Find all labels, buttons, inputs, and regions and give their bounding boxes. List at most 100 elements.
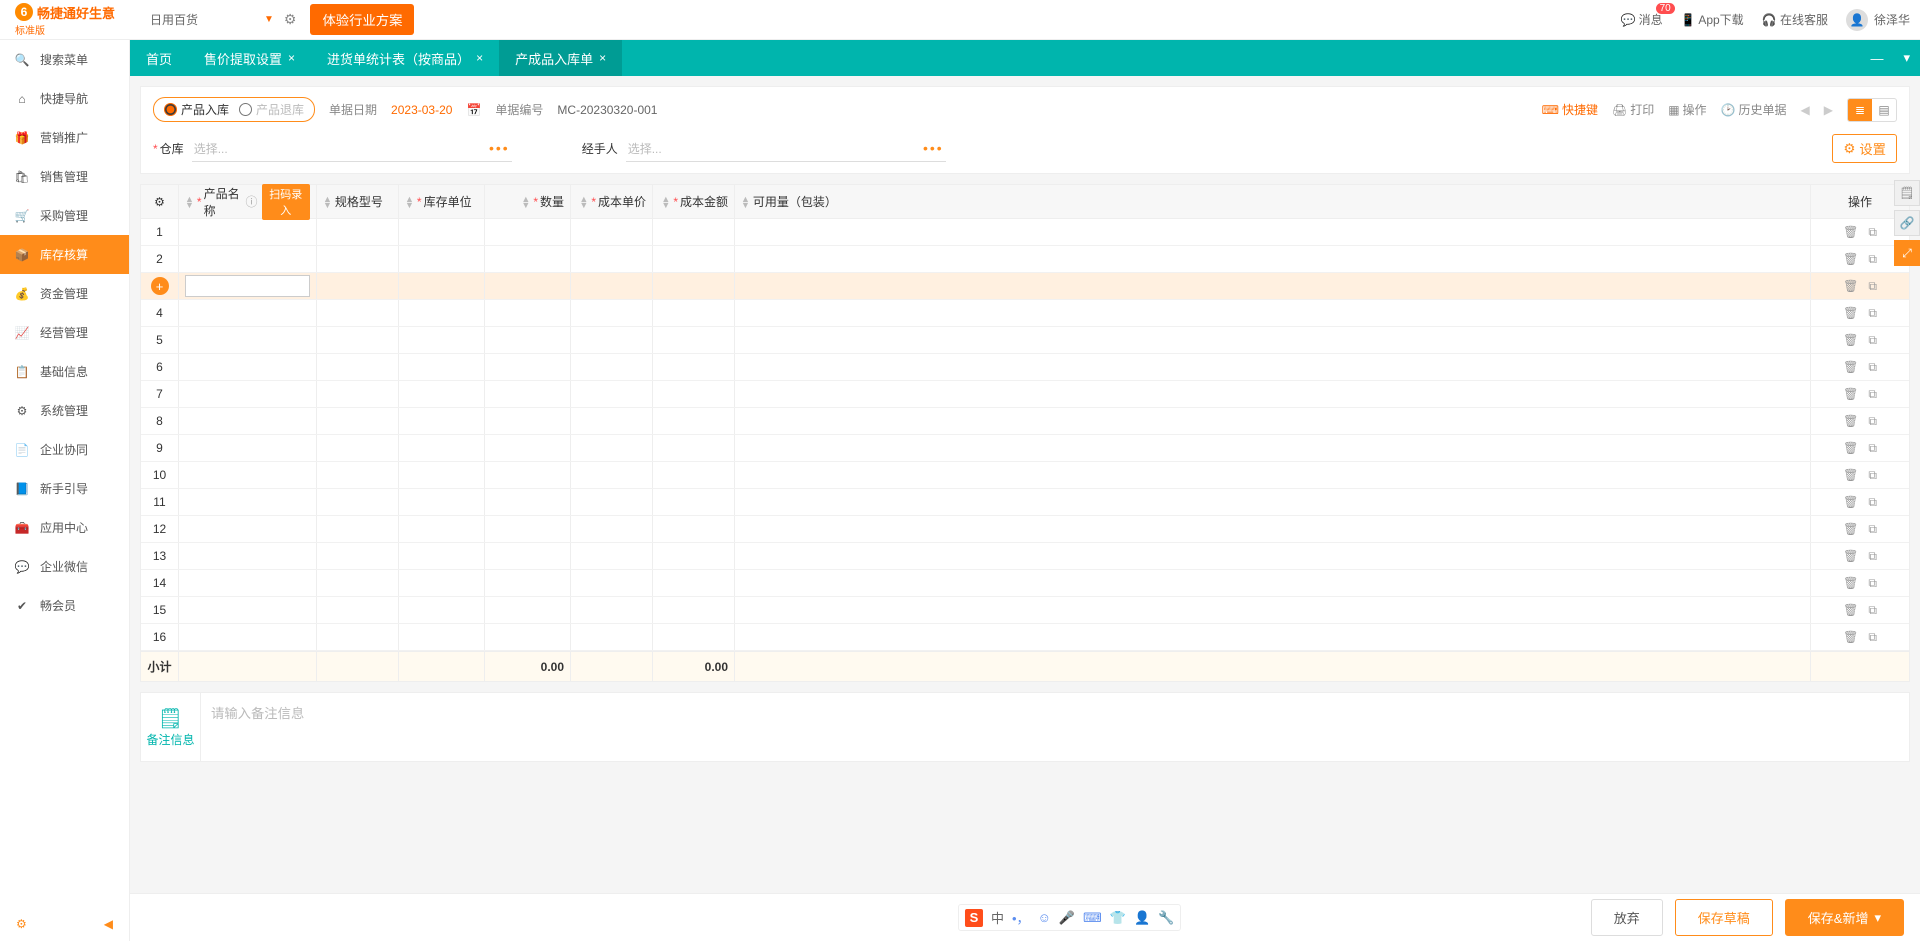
cell-name[interactable] bbox=[179, 273, 317, 299]
cell-spec[interactable] bbox=[317, 354, 399, 380]
cell-price[interactable] bbox=[571, 435, 653, 461]
cell-avail[interactable] bbox=[735, 219, 1811, 245]
delete-row-icon[interactable]: 🗑 bbox=[1843, 468, 1858, 482]
cell-qty[interactable] bbox=[485, 246, 571, 272]
cell-avail[interactable] bbox=[735, 597, 1811, 623]
discard-button[interactable]: 放弃 bbox=[1591, 899, 1663, 936]
cell-unit[interactable] bbox=[399, 381, 485, 407]
rail-link-icon[interactable]: 🔗 bbox=[1894, 210, 1920, 236]
cell-spec[interactable] bbox=[317, 246, 399, 272]
messages-link[interactable]: 💬 消息 70 bbox=[1621, 11, 1663, 28]
cell-name[interactable] bbox=[179, 462, 317, 488]
cell-spec[interactable] bbox=[317, 489, 399, 515]
cell-price[interactable] bbox=[571, 570, 653, 596]
cell-avail[interactable] bbox=[735, 462, 1811, 488]
cell-price[interactable] bbox=[571, 354, 653, 380]
copy-row-icon[interactable]: ⧉ bbox=[1868, 279, 1877, 294]
settings-button[interactable]: ⚙ 设置 bbox=[1832, 134, 1897, 163]
delete-row-icon[interactable]: 🗑 bbox=[1843, 630, 1858, 644]
cell-qty[interactable] bbox=[485, 273, 571, 299]
col-gear[interactable]: ⚙ bbox=[141, 185, 179, 218]
cell-avail[interactable] bbox=[735, 624, 1811, 650]
cell-spec[interactable] bbox=[317, 597, 399, 623]
view-card[interactable]: ▤ bbox=[1872, 99, 1896, 121]
save-draft-button[interactable]: 保存草稿 bbox=[1675, 899, 1773, 936]
cell-spec[interactable] bbox=[317, 219, 399, 245]
cell-avail[interactable] bbox=[735, 408, 1811, 434]
cell-qty[interactable] bbox=[485, 381, 571, 407]
delete-row-icon[interactable]: 🗑 bbox=[1843, 495, 1858, 509]
cell-amount[interactable] bbox=[653, 219, 735, 245]
app-download-link[interactable]: 📱 App下载 bbox=[1681, 11, 1744, 28]
notes-input[interactable] bbox=[201, 693, 1909, 761]
cell-name[interactable] bbox=[179, 300, 317, 326]
copy-row-icon[interactable]: ⧉ bbox=[1868, 441, 1877, 456]
table-row[interactable]: 16🗑⧉ bbox=[141, 624, 1909, 651]
cell-qty[interactable] bbox=[485, 462, 571, 488]
radio-product-in[interactable]: 产品入库 bbox=[164, 101, 229, 118]
sidebar-item-12[interactable]: 🧰应用中心 bbox=[0, 508, 129, 547]
tab-1[interactable]: 售价提取设置× bbox=[188, 40, 311, 76]
delete-row-icon[interactable]: 🗑 bbox=[1843, 414, 1858, 428]
sidebar-item-7[interactable]: 📈经营管理 bbox=[0, 313, 129, 352]
delete-row-icon[interactable]: 🗑 bbox=[1843, 387, 1858, 401]
cell-qty[interactable] bbox=[485, 543, 571, 569]
cell-price[interactable] bbox=[571, 597, 653, 623]
cell-qty[interactable] bbox=[485, 516, 571, 542]
delete-row-icon[interactable]: 🗑 bbox=[1843, 225, 1858, 239]
cell-name[interactable] bbox=[179, 624, 317, 650]
cell-avail[interactable] bbox=[735, 354, 1811, 380]
delete-row-icon[interactable]: 🗑 bbox=[1843, 252, 1858, 266]
warehouse-select[interactable]: 选择... ••• bbox=[192, 136, 512, 162]
cell-price[interactable] bbox=[571, 273, 653, 299]
cell-qty[interactable] bbox=[485, 219, 571, 245]
close-icon[interactable]: × bbox=[476, 51, 483, 65]
product-name-input[interactable] bbox=[185, 275, 310, 297]
rail-expand-icon[interactable]: ⤢ bbox=[1894, 240, 1920, 266]
cell-spec[interactable] bbox=[317, 624, 399, 650]
cell-amount[interactable] bbox=[653, 570, 735, 596]
copy-row-icon[interactable]: ⧉ bbox=[1868, 306, 1877, 321]
sidebar-item-13[interactable]: 💬企业微信 bbox=[0, 547, 129, 586]
sidebar-gear-icon[interactable]: ⚙ bbox=[16, 917, 27, 931]
cell-name[interactable] bbox=[179, 408, 317, 434]
cell-price[interactable] bbox=[571, 624, 653, 650]
cell-unit[interactable] bbox=[399, 300, 485, 326]
cell-spec[interactable] bbox=[317, 327, 399, 353]
cell-price[interactable] bbox=[571, 408, 653, 434]
cell-amount[interactable] bbox=[653, 354, 735, 380]
table-row[interactable]: 12🗑⧉ bbox=[141, 516, 1909, 543]
table-row[interactable]: 1🗑⧉ bbox=[141, 219, 1909, 246]
cell-price[interactable] bbox=[571, 516, 653, 542]
col-available[interactable]: ▲▼可用量（包装） bbox=[735, 185, 1811, 218]
sidebar-item-8[interactable]: 📋基础信息 bbox=[0, 352, 129, 391]
calendar-icon[interactable]: 📅 bbox=[466, 103, 481, 117]
cell-unit[interactable] bbox=[399, 597, 485, 623]
table-row[interactable]: 8🗑⧉ bbox=[141, 408, 1909, 435]
cell-avail[interactable] bbox=[735, 435, 1811, 461]
cell-qty[interactable] bbox=[485, 597, 571, 623]
cell-name[interactable] bbox=[179, 597, 317, 623]
delete-row-icon[interactable]: 🗑 bbox=[1843, 333, 1858, 347]
print-button[interactable]: 🖨打印 bbox=[1612, 101, 1654, 118]
sidebar-item-10[interactable]: 📄企业协同 bbox=[0, 430, 129, 469]
sidebar-item-11[interactable]: 📘新手引导 bbox=[0, 469, 129, 508]
cell-avail[interactable] bbox=[735, 300, 1811, 326]
cell-price[interactable] bbox=[571, 219, 653, 245]
cell-unit[interactable] bbox=[399, 435, 485, 461]
col-spec[interactable]: ▲▼规格型号 bbox=[317, 185, 399, 218]
radio-in-input[interactable] bbox=[164, 103, 177, 116]
table-row[interactable]: 13🗑⧉ bbox=[141, 543, 1909, 570]
cell-unit[interactable] bbox=[399, 327, 485, 353]
sidebar-item-9[interactable]: ⚙系统管理 bbox=[0, 391, 129, 430]
copy-row-icon[interactable]: ⧉ bbox=[1868, 387, 1877, 402]
cell-qty[interactable] bbox=[485, 435, 571, 461]
sidebar-item-4[interactable]: 🛒采购管理 bbox=[0, 196, 129, 235]
rail-note-icon[interactable]: 🗒 bbox=[1894, 180, 1920, 206]
cell-name[interactable] bbox=[179, 381, 317, 407]
delete-row-icon[interactable]: 🗑 bbox=[1843, 549, 1858, 563]
cell-name[interactable] bbox=[179, 354, 317, 380]
cell-name[interactable] bbox=[179, 246, 317, 272]
category-dropdown[interactable]: 日用百货 ▼ bbox=[150, 11, 274, 28]
col-product-name[interactable]: ▲▼ *产品名称 ⓘ 扫码录入 bbox=[179, 185, 317, 218]
